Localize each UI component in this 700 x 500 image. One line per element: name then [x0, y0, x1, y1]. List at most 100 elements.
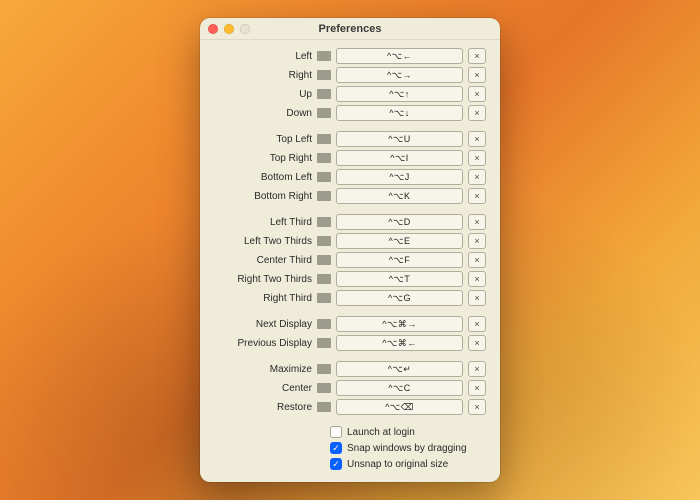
shortcut-label: Maximize [214, 364, 312, 375]
checkbox-row: Launch at login [214, 424, 486, 440]
clear-shortcut-button[interactable]: × [468, 335, 486, 351]
shortcut-label: Right Third [214, 293, 312, 304]
shortcut-field[interactable]: ^⌥J [336, 169, 463, 185]
shortcut-label: Top Left [214, 134, 312, 145]
clear-shortcut-button[interactable]: × [468, 271, 486, 287]
shortcut-field[interactable]: ^⌥⌫ [336, 399, 463, 415]
shortcut-field[interactable]: ^⌥T [336, 271, 463, 287]
shortcut-row: Bottom Right ^⌥K × [214, 187, 486, 205]
shortcut-field[interactable]: ^⌥→ [336, 67, 463, 83]
shortcut-group: Top Left ^⌥U × Top Right ^⌥I × Bottom Left ^⌥J ×… [214, 130, 486, 205]
shortcut-field[interactable]: ^⌥← [336, 48, 463, 64]
layout-icon [317, 153, 331, 163]
clear-shortcut-button[interactable]: × [468, 380, 486, 396]
shortcut-label: Up [214, 89, 312, 100]
shortcut-label: Left Two Thirds [214, 236, 312, 247]
layout-icon [317, 70, 331, 80]
layout-icon [317, 191, 331, 201]
layout-icon [317, 236, 331, 246]
shortcut-field[interactable]: ^⌥E [336, 233, 463, 249]
checkbox-label: Unsnap to original size [347, 459, 448, 470]
checkbox[interactable] [330, 426, 342, 438]
shortcut-field[interactable]: ^⌥D [336, 214, 463, 230]
clear-shortcut-button[interactable]: × [468, 67, 486, 83]
shortcut-label: Restore [214, 402, 312, 413]
shortcut-field[interactable]: ^⌥F [336, 252, 463, 268]
shortcut-group: Maximize ^⌥↵ × Center ^⌥C × Restore ^⌥⌫ × [214, 360, 486, 416]
layout-icon [317, 364, 331, 374]
shortcut-label: Bottom Right [214, 191, 312, 202]
shortcut-group: Left Third ^⌥D × Left Two Thirds ^⌥E × Center … [214, 213, 486, 307]
checkbox[interactable]: ✓ [330, 458, 342, 470]
shortcut-row: Left ^⌥← × [214, 47, 486, 65]
shortcut-label: Center Third [214, 255, 312, 266]
shortcut-field[interactable]: ^⌥⌘← [336, 335, 463, 351]
shortcut-row: Center ^⌥C × [214, 379, 486, 397]
layout-icon [317, 274, 331, 284]
clear-shortcut-button[interactable]: × [468, 399, 486, 415]
shortcut-label: Center [214, 383, 312, 394]
clear-shortcut-button[interactable]: × [468, 214, 486, 230]
shortcut-field[interactable]: ^⌥I [336, 150, 463, 166]
content: Left^⌥←×Right^⌥→×Up^⌥↑×Down^⌥↓×Top Left^… [200, 40, 500, 482]
shortcut-field[interactable]: ^⌥U [336, 131, 463, 147]
layout-icon [317, 134, 331, 144]
clear-shortcut-button[interactable]: × [468, 150, 486, 166]
layout-icon [317, 255, 331, 265]
shortcut-field[interactable]: ^⌥⌘→ [336, 316, 463, 332]
clear-shortcut-button[interactable]: × [468, 169, 486, 185]
shortcut-field[interactable]: ^⌥↑ [336, 86, 463, 102]
shortcut-row: Up ^⌥↑ × [214, 85, 486, 103]
shortcut-row: Right Two Thirds ^⌥T × [214, 270, 486, 288]
shortcut-field[interactable]: ^⌥K [336, 188, 463, 204]
shortcut-label: Left [214, 51, 312, 62]
shortcut-label: Next Display [214, 319, 312, 330]
clear-shortcut-button[interactable]: × [468, 361, 486, 377]
checkbox-label: Snap windows by dragging [347, 443, 467, 454]
shortcut-field[interactable]: ^⌥C [336, 380, 463, 396]
shortcut-label: Previous Display [214, 338, 312, 349]
shortcut-field[interactable]: ^⌥↵ [336, 361, 463, 377]
shortcut-row: Previous Display ^⌥⌘← × [214, 334, 486, 352]
clear-shortcut-button[interactable]: × [468, 86, 486, 102]
shortcut-field[interactable]: ^⌥↓ [336, 105, 463, 121]
layout-icon [317, 51, 331, 61]
clear-shortcut-button[interactable]: × [468, 48, 486, 64]
preferences-window: Preferences Left^⌥←×Right^⌥→×Up^⌥↑×Down^… [200, 18, 500, 482]
shortcut-row: Right ^⌥→ × [214, 66, 486, 84]
shortcut-row: Top Right ^⌥I × [214, 149, 486, 167]
clear-shortcut-button[interactable]: × [468, 105, 486, 121]
shortcut-row: Left Two Thirds ^⌥E × [214, 232, 486, 250]
clear-shortcut-button[interactable]: × [468, 290, 486, 306]
shortcut-row: Left Third ^⌥D × [214, 213, 486, 231]
shortcut-label: Bottom Left [214, 172, 312, 183]
shortcut-label: Right [214, 70, 312, 81]
titlebar: Preferences [200, 18, 500, 40]
window-title: Preferences [200, 23, 500, 35]
shortcut-row: Right Third ^⌥G × [214, 289, 486, 307]
shortcut-group: Left^⌥←×Right^⌥→×Up^⌥↑×Down^⌥↓× [214, 47, 486, 122]
checkbox-row: ✓ Unsnap to original size [214, 456, 486, 472]
clear-shortcut-button[interactable]: × [468, 188, 486, 204]
footer-checkboxes: Launch at login ✓ Snap windows by dragging… [214, 424, 486, 472]
layout-icon [317, 89, 331, 99]
shortcut-row: Next Display ^⌥⌘→ × [214, 315, 486, 333]
shortcut-row: Restore ^⌥⌫ × [214, 398, 486, 416]
shortcut-row: Bottom Left ^⌥J × [214, 168, 486, 186]
layout-icon [317, 293, 331, 303]
shortcut-label: Left Third [214, 217, 312, 228]
shortcut-field[interactable]: ^⌥G [336, 290, 463, 306]
shortcut-row: Down^⌥↓× [214, 104, 486, 122]
clear-shortcut-button[interactable]: × [468, 131, 486, 147]
clear-shortcut-button[interactable]: × [468, 233, 486, 249]
shortcut-row: Top Left ^⌥U × [214, 130, 486, 148]
shortcut-row: Maximize ^⌥↵ × [214, 360, 486, 378]
checkbox[interactable]: ✓ [330, 442, 342, 454]
shortcut-label: Right Two Thirds [214, 274, 312, 285]
shortcut-label: Top Right [214, 153, 312, 164]
checkbox-row: ✓ Snap windows by dragging [214, 440, 486, 456]
clear-shortcut-button[interactable]: × [468, 252, 486, 268]
layout-icon [317, 319, 331, 329]
clear-shortcut-button[interactable]: × [468, 316, 486, 332]
shortcut-group: Next Display ^⌥⌘→ × Previous Display ^⌥⌘← × [214, 315, 486, 352]
